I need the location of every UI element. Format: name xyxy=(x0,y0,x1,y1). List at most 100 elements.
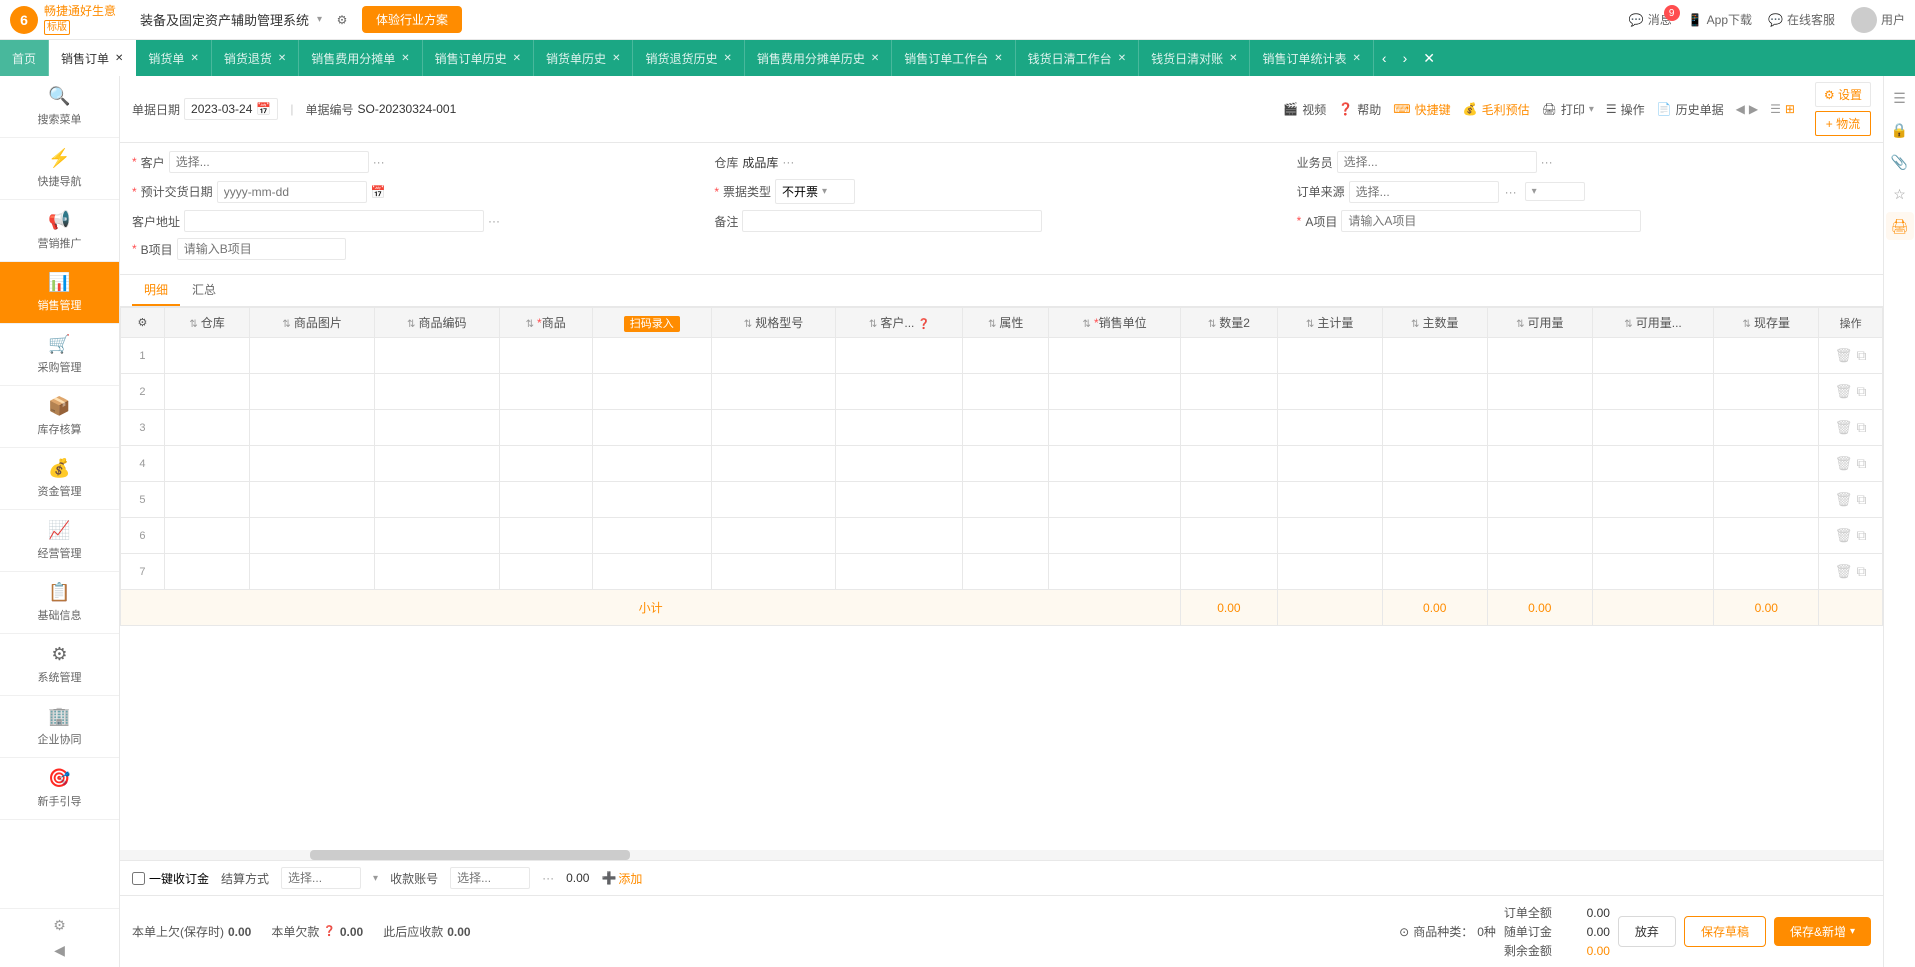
trial-button[interactable]: 体验行业方案 xyxy=(362,6,462,33)
row-4-delete-icon[interactable]: 🗑 xyxy=(1835,455,1853,472)
row-1-customer-code[interactable] xyxy=(836,338,963,374)
row-5-product[interactable] xyxy=(499,482,592,518)
tab-prev-button[interactable]: ‹ xyxy=(1374,50,1395,66)
row-3-spec[interactable] xyxy=(711,410,836,446)
row-7-main-unit[interactable] xyxy=(1277,554,1382,590)
user-avatar[interactable]: 用户 xyxy=(1851,7,1905,33)
row-5-scan[interactable] xyxy=(592,482,711,518)
row-1-warehouse[interactable] xyxy=(164,338,250,374)
row-5-available2[interactable] xyxy=(1592,482,1713,518)
form-settings-button[interactable]: ⚙ 设置 xyxy=(1815,82,1871,107)
discard-button[interactable]: 放弃 xyxy=(1618,916,1676,947)
order-source-input[interactable] xyxy=(1349,181,1499,203)
list-view-btn[interactable]: ☰ xyxy=(1770,102,1781,116)
sidebar-item-finance[interactable]: 💰 资金管理 xyxy=(0,448,119,510)
order-source-select[interactable]: ▾ xyxy=(1525,182,1585,201)
row-1-product[interactable] xyxy=(499,338,592,374)
row-5-main-unit[interactable] xyxy=(1277,482,1382,518)
row-3-available2[interactable] xyxy=(1592,410,1713,446)
row-1-attribute[interactable] xyxy=(963,338,1049,374)
row-6-product-code[interactable] xyxy=(374,518,499,554)
sidebar-settings-icon[interactable]: ⚙ xyxy=(53,917,66,934)
receipt-no-input[interactable] xyxy=(450,867,530,889)
delivery-date-input[interactable] xyxy=(217,181,367,203)
row-5-current-stock[interactable] xyxy=(1714,482,1819,518)
add-payment-link[interactable]: ➕ 添加 xyxy=(601,870,642,887)
row-2-qty2[interactable] xyxy=(1181,374,1277,410)
tab-refund-history[interactable]: 销货退货历史 ✕ xyxy=(633,40,744,76)
row-2-product[interactable] xyxy=(499,374,592,410)
row-7-product-image[interactable] xyxy=(250,554,375,590)
sidebar-item-base-info[interactable]: 📋 基础信息 xyxy=(0,572,119,634)
row-6-main-qty[interactable] xyxy=(1382,518,1487,554)
tab-next-button[interactable]: › xyxy=(1395,50,1416,66)
sidebar-item-sales[interactable]: 📊 销售管理 xyxy=(0,262,119,324)
sidebar-item-system[interactable]: ⚙ 系统管理 xyxy=(0,634,119,696)
form-additem-button[interactable]: + 物流 xyxy=(1815,111,1871,136)
row-6-current-stock[interactable] xyxy=(1714,518,1819,554)
row-1-copy-icon[interactable]: ⧉ xyxy=(1857,347,1867,364)
payment-method-input[interactable] xyxy=(281,867,361,889)
customer-address-input[interactable] xyxy=(184,210,484,232)
row-4-product[interactable] xyxy=(499,446,592,482)
row-7-delete-icon[interactable]: 🗑 xyxy=(1835,563,1853,580)
row-5-sales-unit[interactable] xyxy=(1048,482,1180,518)
row-1-product-image[interactable] xyxy=(250,338,375,374)
customer-more-icon[interactable]: ··· xyxy=(373,155,385,169)
row-4-current-stock[interactable] xyxy=(1714,446,1819,482)
row-4-qty2[interactable] xyxy=(1181,446,1277,482)
salesperson-input[interactable] xyxy=(1337,151,1537,173)
row-5-warehouse[interactable] xyxy=(164,482,250,518)
tab-sales-order[interactable]: 销售订单 ✕ xyxy=(49,40,136,76)
row-6-sales-unit[interactable] xyxy=(1048,518,1180,554)
project-a-input[interactable] xyxy=(1341,210,1641,232)
row-7-customer-code[interactable] xyxy=(836,554,963,590)
row-6-spec[interactable] xyxy=(711,518,836,554)
row-7-available2[interactable] xyxy=(1592,554,1713,590)
row-4-attribute[interactable] xyxy=(963,446,1049,482)
row-2-attribute[interactable] xyxy=(963,374,1049,410)
row-3-product-image[interactable] xyxy=(250,410,375,446)
row-7-product-code[interactable] xyxy=(374,554,499,590)
tab-sales-return[interactable]: 销货单 ✕ xyxy=(136,40,211,76)
tab-close-cash-workbench[interactable]: ✕ xyxy=(1118,53,1126,64)
row-6-available[interactable] xyxy=(1487,518,1592,554)
row-4-available2[interactable] xyxy=(1592,446,1713,482)
row-4-available[interactable] xyxy=(1487,446,1592,482)
operations-btn[interactable]: ☰ 操作 xyxy=(1606,101,1645,118)
tab-close-order-history[interactable]: ✕ xyxy=(513,53,521,64)
row-1-current-stock[interactable] xyxy=(1714,338,1819,374)
current-debt-help[interactable]: ❓ xyxy=(323,926,335,937)
row-2-product-code[interactable] xyxy=(374,374,499,410)
tab-sales-stats[interactable]: 销售订单统计表 ✕ xyxy=(1250,40,1373,76)
row-3-product-code[interactable] xyxy=(374,410,499,446)
sidebar-item-marketing[interactable]: 📢 营销推广 xyxy=(0,200,119,262)
row-2-main-qty[interactable] xyxy=(1382,374,1487,410)
row-1-spec[interactable] xyxy=(711,338,836,374)
row-1-product-code[interactable] xyxy=(374,338,499,374)
prev-record-btn[interactable]: ◀ xyxy=(1736,102,1745,116)
row-7-product[interactable] xyxy=(499,554,592,590)
tab-home[interactable]: 首页 xyxy=(0,40,49,76)
row-6-attribute[interactable] xyxy=(963,518,1049,554)
row-4-spec[interactable] xyxy=(711,446,836,482)
tab-expense-history[interactable]: 销售费用分摊单历史 ✕ xyxy=(745,40,892,76)
row-2-sales-unit[interactable] xyxy=(1048,374,1180,410)
tab-close-order-workbench[interactable]: ✕ xyxy=(994,53,1002,64)
row-1-main-unit[interactable] xyxy=(1277,338,1382,374)
tab-return-history[interactable]: 销货单历史 ✕ xyxy=(534,40,633,76)
row-6-warehouse[interactable] xyxy=(164,518,250,554)
row-2-available2[interactable] xyxy=(1592,374,1713,410)
calendar-icon[interactable]: 📅 xyxy=(256,102,271,116)
row-3-main-unit[interactable] xyxy=(1277,410,1382,446)
row-7-qty2[interactable] xyxy=(1181,554,1277,590)
row-3-delete-icon[interactable]: 🗑 xyxy=(1835,419,1853,436)
order-source-more-icon[interactable]: ··· xyxy=(1505,185,1517,199)
save-draft-button[interactable]: 保存草稿 xyxy=(1684,916,1766,947)
row-3-current-stock[interactable] xyxy=(1714,410,1819,446)
tab-close-return-history[interactable]: ✕ xyxy=(612,53,620,64)
save-new-button[interactable]: 保存&新增 ▾ xyxy=(1774,917,1871,946)
settings-icon[interactable]: ⚙ xyxy=(330,8,354,32)
history-btn[interactable]: 📄 历史单据 xyxy=(1657,101,1724,118)
payment-dropdown-icon[interactable]: ▾ xyxy=(373,873,378,884)
